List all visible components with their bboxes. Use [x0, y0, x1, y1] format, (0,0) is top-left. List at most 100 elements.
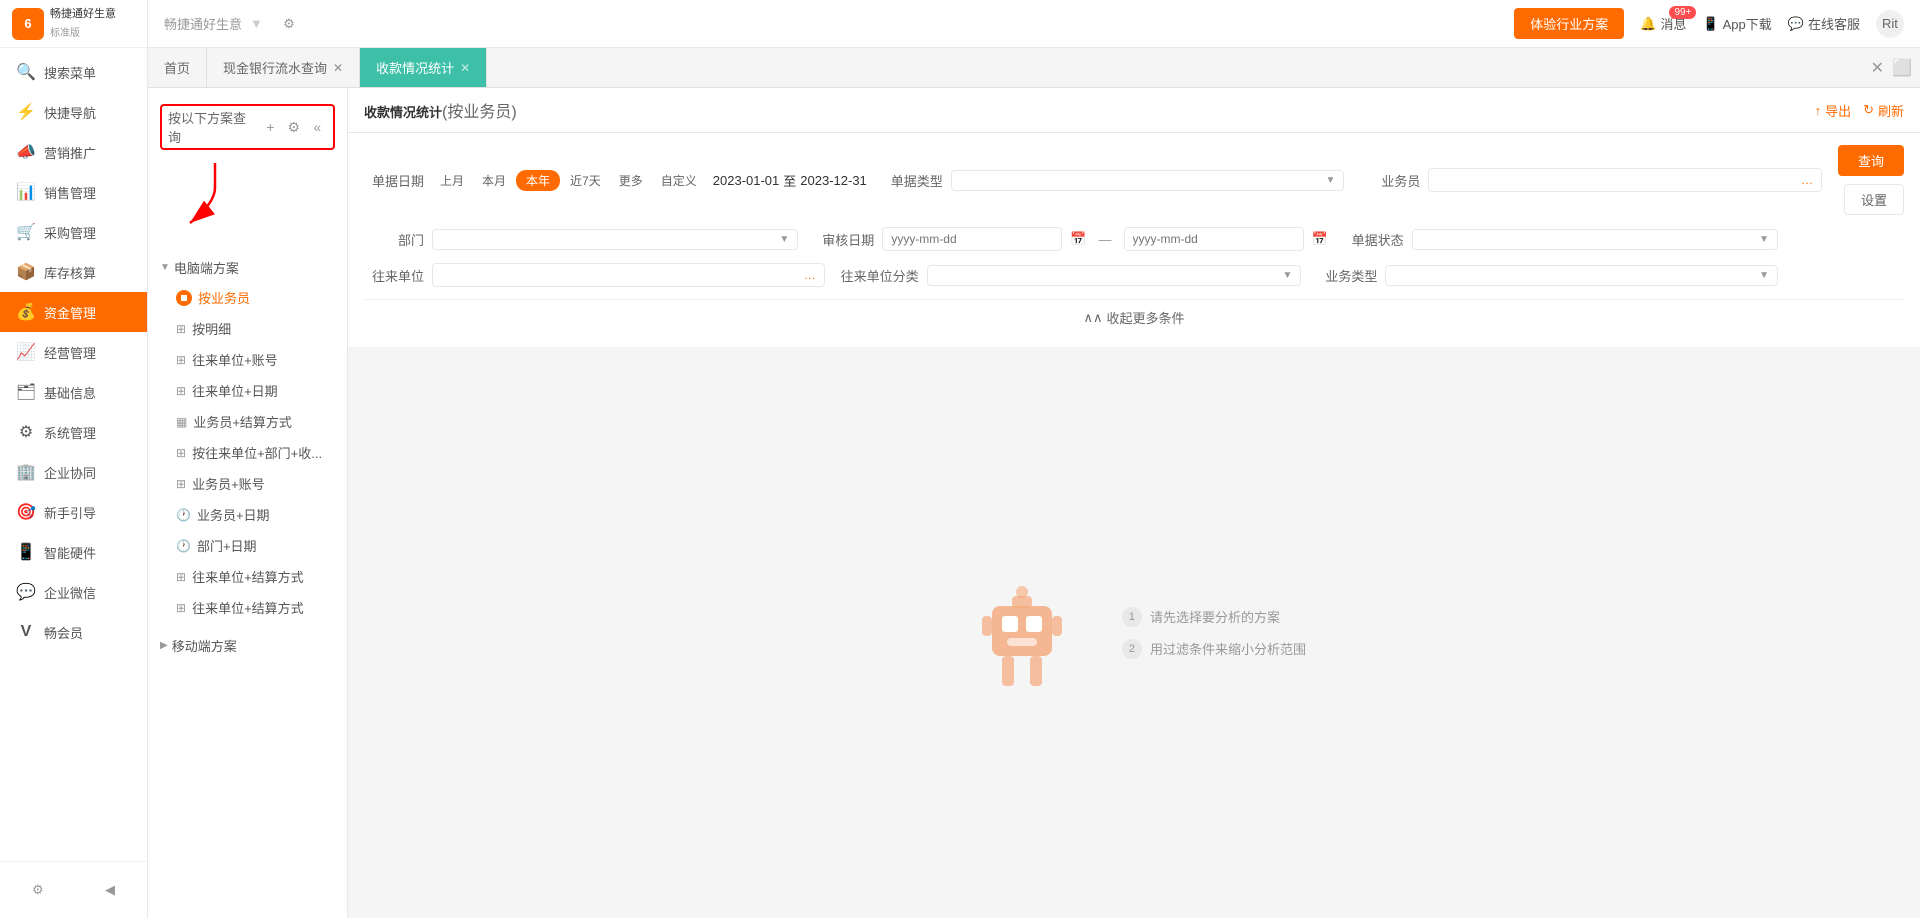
tree-group-pc: ▼ 电脑端方案 按业务员 ⊞ 按明细 ⊞ 往来单位+账号	[148, 249, 347, 627]
tree-item-by-detail[interactable]: ⊞ 按明细	[148, 313, 347, 344]
calendar-icon-2[interactable]: 📅	[1312, 231, 1328, 247]
tab-close-all-icon[interactable]: ✕	[1871, 58, 1884, 78]
query-button[interactable]: 查询	[1838, 145, 1904, 176]
sidebar-item-purchase[interactable]: 🛒 采购管理	[0, 212, 147, 252]
tree-item-salesman-date[interactable]: 🕐 业务员+日期	[148, 499, 347, 530]
sidebar-item-operations[interactable]: 📈 经营管理	[0, 332, 147, 372]
grid-icon-4: ⊞	[176, 446, 186, 460]
tree-item-counterparty-account-label: 往来单位+账号	[192, 350, 278, 369]
tab-home[interactable]: 首页	[148, 48, 207, 87]
filter-biz-type-select[interactable]: ▼	[1385, 265, 1778, 286]
system-icon: ⚙	[16, 422, 36, 442]
calendar-icon[interactable]: 📅	[1070, 231, 1086, 247]
message-badge: 99+	[1669, 6, 1696, 19]
panel-collapse-icon[interactable]: «	[308, 117, 327, 137]
tab-bank-flow[interactable]: 现金银行流水查询 ✕	[207, 48, 360, 87]
sidebar-item-finance[interactable]: 💰 资金管理	[0, 292, 147, 332]
filter-review-start-input[interactable]	[882, 227, 1062, 251]
sidebar: 6 畅捷通好生意 标准版 🔍 搜索菜单 ⚡ 快捷导航 📣 营销推广 📊 销售管理…	[0, 0, 148, 918]
date-tab-custom[interactable]: 自定义	[653, 170, 705, 191]
salesman-more-icon[interactable]: …	[1801, 173, 1813, 187]
sidebar-item-member[interactable]: V 畅会员	[0, 612, 147, 652]
inventory-icon: 📦	[16, 262, 36, 282]
sidebar-collapse-btn[interactable]: ◀	[89, 874, 131, 906]
filter-dept-select[interactable]: ▼	[432, 229, 798, 250]
sidebar-item-guide[interactable]: 🎯 新手引导	[0, 492, 147, 532]
tree-group-pc-header[interactable]: ▼ 电脑端方案	[148, 253, 347, 282]
page-title: 收款情况统计(按业务员)	[364, 98, 517, 122]
tree-item-salesman-account[interactable]: ⊞ 业务员+账号	[148, 468, 347, 499]
sidebar-settings-btn[interactable]: ⚙	[16, 874, 60, 906]
collapse-label: 收起更多条件	[1107, 308, 1185, 327]
online-service-btn[interactable]: 💬 在线客服	[1788, 14, 1860, 33]
sidebar-item-system[interactable]: ⚙ 系统管理	[0, 412, 147, 452]
filter-doctype-select[interactable]: ▼	[951, 170, 1345, 191]
tree-item-counterparty-dept-collect[interactable]: ⊞ 按往来单位+部门+收...	[148, 437, 347, 468]
date-tab-more[interactable]: 更多	[611, 170, 651, 191]
setting-button[interactable]: 设置	[1844, 184, 1904, 215]
tree-item-salesman-settlement[interactable]: ▦ 业务员+结算方式	[148, 406, 347, 437]
sidebar-item-sales[interactable]: 📊 销售管理	[0, 172, 147, 212]
quick-nav-icon: ⚡	[16, 102, 36, 122]
tree-item-salesman-account-label: 业务员+账号	[192, 474, 265, 493]
filter-doctype-item: 单据类型 ▼	[883, 170, 1345, 191]
tree-item-counterparty-account[interactable]: ⊞ 往来单位+账号	[148, 344, 347, 375]
filter-salesman-select[interactable]: …	[1428, 168, 1822, 192]
filter-review-end-input[interactable]	[1124, 227, 1304, 251]
panel-add-btn[interactable]: +	[261, 117, 280, 137]
empty-tip-2: 2 用过滤条件来缩小分析范围	[1122, 639, 1306, 659]
tree-item-dept-date[interactable]: 🕐 部门+日期	[148, 530, 347, 561]
tree-group-mobile-header[interactable]: ▶ 移动端方案	[148, 631, 347, 660]
tab-bank-flow-close-icon[interactable]: ✕	[333, 61, 343, 75]
breadcrumb-text: 畅捷通好生意	[164, 14, 242, 33]
breadcrumb: 畅捷通好生意 ▼	[164, 14, 263, 33]
sidebar-item-hardware[interactable]: 📱 智能硬件	[0, 532, 147, 572]
trial-button[interactable]: 体验行业方案	[1514, 8, 1624, 39]
collapse-bar[interactable]: ∧∧ 收起更多条件	[364, 299, 1904, 335]
review-end-date[interactable]	[1133, 232, 1295, 246]
sidebar-item-basic[interactable]: 🗂 基础信息	[0, 372, 147, 412]
tree-item-counterparty-settlement1[interactable]: ⊞ 往来单位+结算方式	[148, 561, 347, 592]
sidebar-item-inventory[interactable]: 📦 库存核算	[0, 252, 147, 292]
tree-item-counterparty-date[interactable]: ⊞ 往来单位+日期	[148, 375, 347, 406]
breadcrumb-arrow-icon: ▼	[250, 16, 263, 31]
sidebar-item-label: 新手引导	[44, 503, 96, 522]
grid-icon-2: ⊞	[176, 353, 186, 367]
tab-collection-stat-close-icon[interactable]: ✕	[460, 61, 470, 75]
sidebar-item-label: 系统管理	[44, 423, 96, 442]
app-download-label: App下载	[1723, 14, 1772, 33]
tree-group-mobile: ▶ 移动端方案	[148, 627, 347, 664]
date-tab-this-month[interactable]: 本月	[474, 170, 514, 191]
filter-counterparty-cat-select[interactable]: ▼	[927, 265, 1302, 286]
user-avatar[interactable]: Rit	[1876, 10, 1904, 38]
empty-robot-icon	[962, 566, 1082, 699]
app-download-btn[interactable]: 📱 App下载	[1702, 14, 1771, 33]
message-btn[interactable]: 🔔 消息 99+	[1640, 14, 1686, 33]
tree-item-by-salesman[interactable]: 按业务员	[148, 282, 347, 313]
filter-counterparty-select[interactable]: …	[432, 263, 825, 287]
sidebar-item-corp[interactable]: 🏢 企业协同	[0, 452, 147, 492]
tree-item-counterparty-settlement2[interactable]: ⊞ 往来单位+结算方式	[148, 592, 347, 623]
filter-row-2: 部门 ▼ 审核日期 📅 —	[364, 227, 1904, 251]
tab-maximize-icon[interactable]: ⬜	[1892, 58, 1912, 78]
review-start-date[interactable]	[891, 232, 1053, 246]
empty-tip-1: 1 请先选择要分析的方案	[1122, 607, 1306, 627]
panel-settings-icon[interactable]: ⚙	[284, 117, 303, 137]
date-tab-7days[interactable]: 近7天	[562, 170, 609, 191]
tab-collection-stat[interactable]: 收款情况统计 ✕	[360, 48, 487, 87]
date-tab-this-year[interactable]: 本年	[516, 170, 560, 191]
sidebar-item-quick-nav[interactable]: ⚡ 快捷导航	[0, 92, 147, 132]
sidebar-item-marketing[interactable]: 📣 营销推广	[0, 132, 147, 172]
sidebar-item-search[interactable]: 🔍 搜索菜单	[0, 52, 147, 92]
tab-bank-flow-label: 现金银行流水查询	[223, 58, 327, 77]
counterparty-more-icon[interactable]: …	[804, 268, 816, 282]
sidebar-item-wechat[interactable]: 💬 企业微信	[0, 572, 147, 612]
filter-doc-status-label: 单据状态	[1344, 230, 1404, 249]
export-button[interactable]: ↑ 导出	[1815, 101, 1852, 120]
header-gear-btn[interactable]: ⚙	[275, 10, 303, 38]
filter-doc-status-select[interactable]: ▼	[1412, 229, 1778, 250]
tree-arrow-down-icon: ▼	[160, 262, 170, 273]
refresh-button[interactable]: ↻ 刷新	[1863, 101, 1904, 120]
date-dash: —	[1095, 232, 1116, 247]
date-tab-last-month[interactable]: 上月	[432, 170, 472, 191]
